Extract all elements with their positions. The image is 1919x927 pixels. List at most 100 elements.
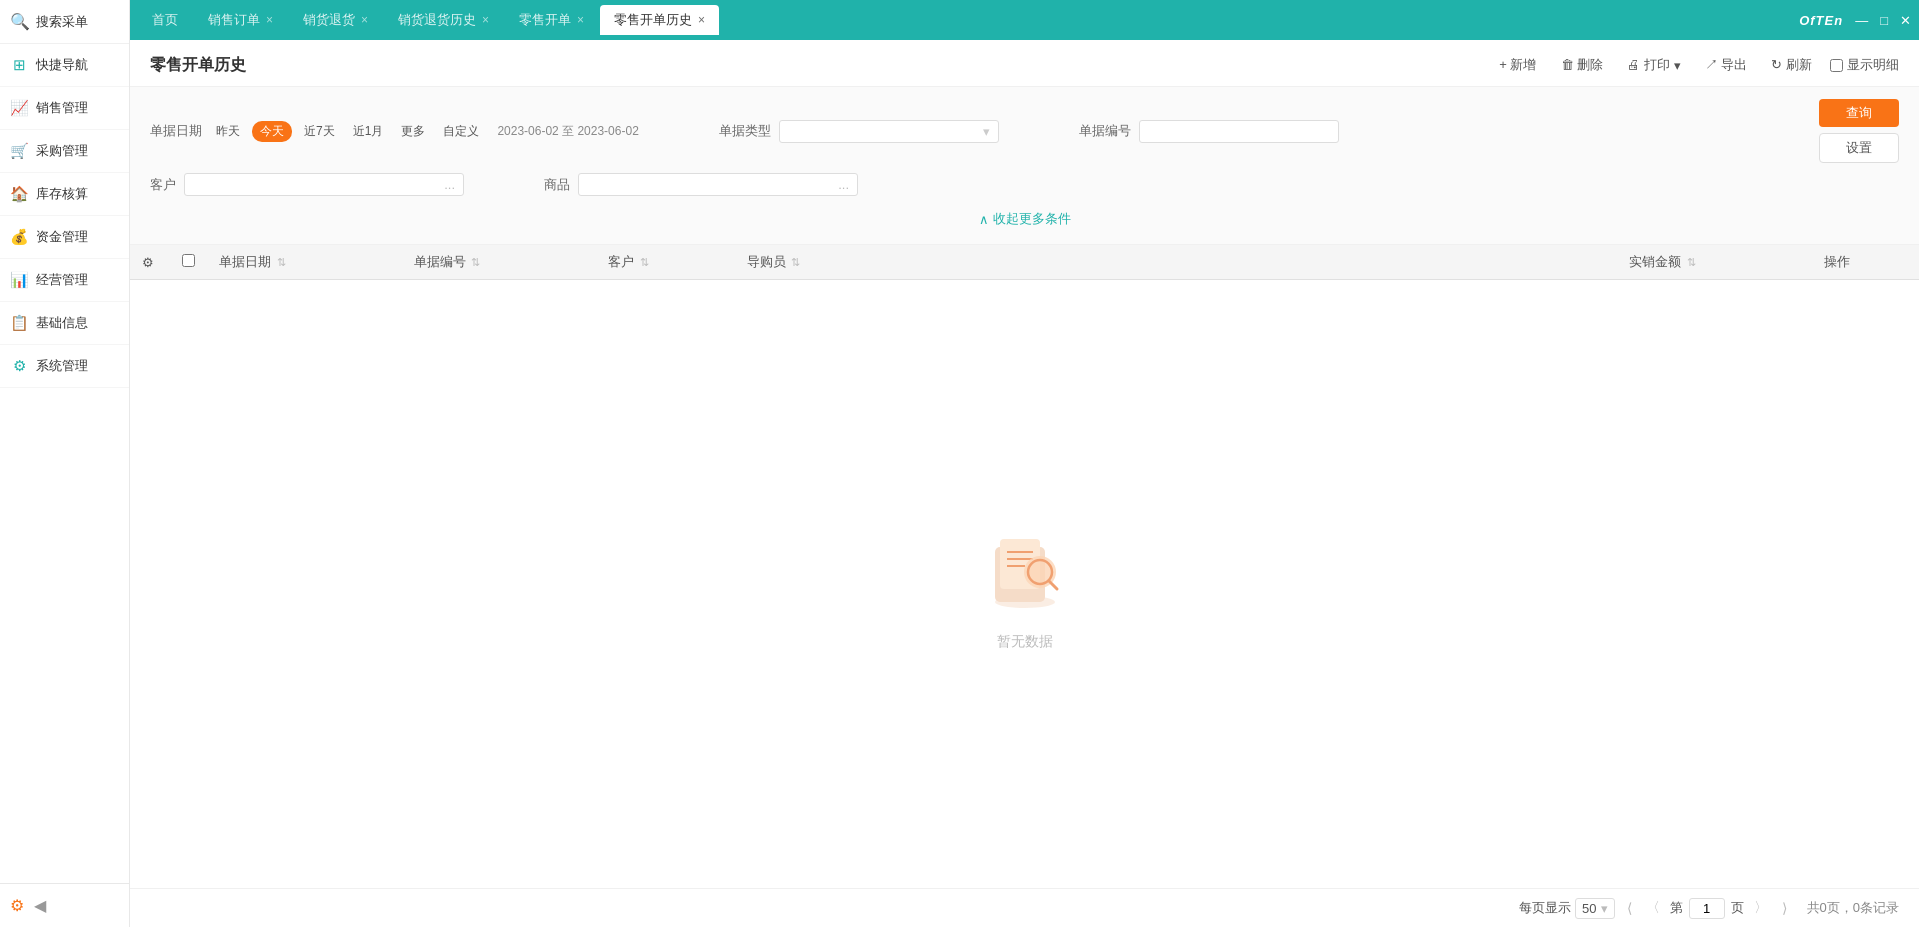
doc-number-input[interactable]: [1139, 120, 1339, 143]
settings-gear-icon[interactable]: ⚙: [10, 896, 24, 915]
sidebar-item-label: 库存核算: [36, 185, 88, 203]
page-number-input[interactable]: [1689, 898, 1725, 919]
tab-retail-open-close[interactable]: ×: [577, 13, 584, 27]
sidebar-search[interactable]: 🔍 搜索采单: [0, 0, 129, 44]
tab-sales-return-history-close[interactable]: ×: [482, 13, 489, 27]
tab-sales-return-history[interactable]: 销货退货历史 ×: [384, 5, 503, 35]
shortcut-7days[interactable]: 近7天: [298, 121, 341, 142]
sidebar-item-inventory[interactable]: 🏠 库存核算: [0, 173, 129, 216]
sidebar-item-label: 基础信息: [36, 314, 88, 332]
page-title: 零售开单历史: [150, 55, 246, 76]
window-max-btn[interactable]: □: [1880, 13, 1888, 28]
collapse-sidebar-icon[interactable]: ◀: [34, 896, 46, 915]
shortcut-today[interactable]: 今天: [252, 121, 292, 142]
print-dropdown-icon: ▾: [1674, 58, 1681, 73]
col-amount-header[interactable]: 实销金额 ⇅: [1617, 245, 1812, 280]
shortcut-more[interactable]: 更多: [395, 121, 431, 142]
tab-retail-open-history[interactable]: 零售开单历史 ×: [600, 5, 719, 35]
filter-customer: 客户 ...: [150, 173, 464, 196]
tab-home-label: 首页: [152, 11, 178, 29]
window-close-btn[interactable]: ✕: [1900, 13, 1911, 28]
shortcut-yesterday[interactable]: 昨天: [210, 121, 246, 142]
page-prev-btn[interactable]: 〈: [1642, 897, 1664, 919]
sidebar-nav: ⊞ 快捷导航 📈 销售管理 🛒 采购管理 🏠 库存核算 💰 资金管理 📊 经营管…: [0, 44, 129, 883]
shortcut-1month[interactable]: 近1月: [347, 121, 390, 142]
col-customer-label: 客户: [608, 254, 634, 269]
col-settings-icon[interactable]: ⚙: [142, 255, 154, 270]
col-date-header[interactable]: 单据日期 ⇅: [207, 245, 402, 280]
sidebar-item-purchase-mgmt[interactable]: 🛒 采购管理: [0, 130, 129, 173]
shortcut-custom[interactable]: 自定义: [437, 121, 485, 142]
col-action-label: 操作: [1824, 254, 1850, 269]
print-button[interactable]: 🖨 打印 ▾: [1621, 52, 1687, 78]
page-size-box[interactable]: 50 ▾: [1575, 898, 1614, 919]
tab-retail-open-history-label: 零售开单历史: [614, 11, 692, 29]
delete-button[interactable]: 🗑 删除: [1555, 52, 1610, 78]
page-first-btn[interactable]: ⟨: [1623, 898, 1636, 918]
doc-type-label: 单据类型: [719, 122, 771, 140]
sidebar-item-sales-mgmt[interactable]: 📈 销售管理: [0, 87, 129, 130]
sidebar-item-system[interactable]: ⚙ 系统管理: [0, 345, 129, 388]
collapse-label: 收起更多条件: [993, 210, 1071, 228]
empty-text: 暂无数据: [997, 633, 1053, 651]
number-sort-icon: ⇅: [471, 256, 480, 268]
col-settings-header: ⚙: [130, 245, 170, 280]
col-customer-header[interactable]: 客户 ⇅: [596, 245, 735, 280]
col-guide-header[interactable]: 导购员 ⇅: [735, 245, 902, 280]
tab-home[interactable]: 首页: [138, 5, 192, 35]
product-input[interactable]: ...: [578, 173, 858, 196]
tab-sales-return[interactable]: 销货退货 ×: [289, 5, 382, 35]
tab-sales-order-close[interactable]: ×: [266, 13, 273, 27]
sidebar-item-basic-info[interactable]: 📋 基础信息: [0, 302, 129, 345]
refresh-btn-label: ↻ 刷新: [1771, 56, 1812, 74]
customer-label: 客户: [150, 176, 176, 194]
select-all-checkbox[interactable]: [182, 254, 195, 267]
export-button[interactable]: ↗ 导出: [1699, 52, 1754, 78]
customer-input[interactable]: ...: [184, 173, 464, 196]
set-button[interactable]: 设置: [1819, 133, 1899, 163]
sidebar: 🔍 搜索采单 ⊞ 快捷导航 📈 销售管理 🛒 采购管理 🏠 库存核算 💰 资金管…: [0, 0, 130, 927]
page-last-btn[interactable]: ⟩: [1778, 898, 1791, 918]
data-table: ⚙ 单据日期 ⇅ 单据编号 ⇅: [130, 245, 1919, 280]
tab-retail-open[interactable]: 零售开单 ×: [505, 5, 598, 35]
product-label: 商品: [544, 176, 570, 194]
page-next-btn[interactable]: 〉: [1750, 897, 1772, 919]
page-size-value: 50: [1582, 901, 1596, 916]
add-button[interactable]: + 新增: [1493, 52, 1542, 78]
doc-type-select[interactable]: ▾: [779, 120, 999, 143]
sidebar-item-label: 采购管理: [36, 142, 88, 160]
show-detail-input[interactable]: [1830, 59, 1843, 72]
date-range-display: 2023-06-02 至 2023-06-02: [497, 123, 638, 140]
doc-number-label: 单据编号: [1079, 122, 1131, 140]
empty-illustration: [975, 517, 1075, 617]
sidebar-item-finance[interactable]: 💰 资金管理: [0, 216, 129, 259]
total-count-label: 共0页，0条记录: [1807, 899, 1899, 917]
tab-sales-order[interactable]: 销售订单 ×: [194, 5, 287, 35]
window-min-btn[interactable]: —: [1855, 13, 1868, 28]
refresh-button[interactable]: ↻ 刷新: [1765, 52, 1818, 78]
show-detail-checkbox[interactable]: 显示明细: [1830, 56, 1899, 74]
query-button[interactable]: 查询: [1819, 99, 1899, 127]
export-btn-label: ↗ 导出: [1705, 56, 1748, 74]
sidebar-item-operations[interactable]: 📊 经营管理: [0, 259, 129, 302]
operations-icon: 📊: [10, 271, 28, 289]
col-number-header[interactable]: 单据编号 ⇅: [402, 245, 597, 280]
tab-retail-open-history-close[interactable]: ×: [698, 13, 705, 27]
sidebar-search-label: 搜索采单: [36, 13, 88, 31]
filter-doc-type: 单据类型 ▾: [719, 120, 999, 143]
filter-area: 单据日期 昨天 今天 近7天 近1月 更多 自定义 2023-06-02 至 2…: [130, 87, 1919, 245]
tab-sales-return-close[interactable]: ×: [361, 13, 368, 27]
amount-sort-icon: ⇅: [1687, 256, 1696, 268]
show-detail-label: 显示明细: [1847, 56, 1899, 74]
add-btn-label: + 新增: [1499, 56, 1536, 74]
top-nav: 首页 销售订单 × 销货退货 × 销货退货历史 × 零售开单 × 零售开单历史 …: [130, 0, 1919, 40]
col-guide-label: 导购员: [747, 254, 786, 269]
collapse-more-btn[interactable]: ∧ 收起更多条件: [150, 206, 1899, 232]
table-area: ⚙ 单据日期 ⇅ 单据编号 ⇅: [130, 245, 1919, 888]
product-ellipsis-icon: ...: [838, 177, 849, 192]
toolbar: + 新增 🗑 删除 🖨 打印 ▾ ↗ 导出 ↻ 刷新 显示明细: [1493, 52, 1899, 78]
sidebar-item-quick-nav[interactable]: ⊞ 快捷导航: [0, 44, 129, 87]
purchase-icon: 🛒: [10, 142, 28, 160]
date-sort-icon: ⇅: [277, 256, 286, 268]
system-icon: ⚙: [10, 357, 28, 375]
